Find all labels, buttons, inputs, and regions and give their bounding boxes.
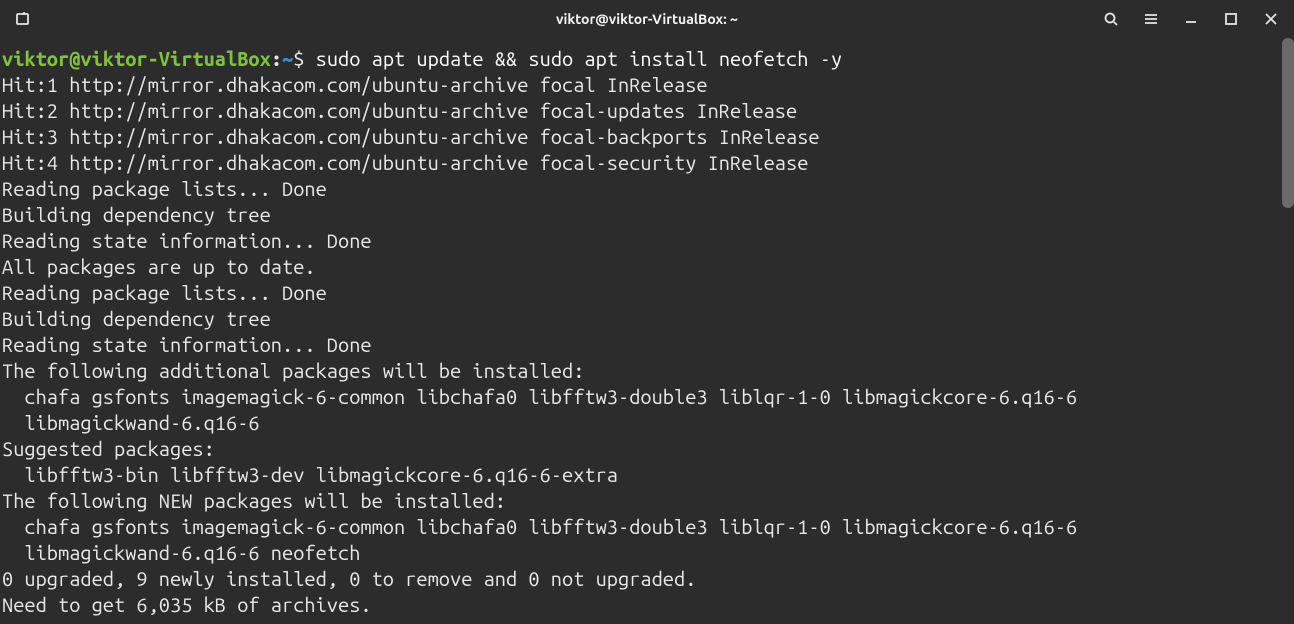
window-title: viktor@viktor-VirtualBox: ~	[556, 11, 738, 27]
prompt-line: viktor@viktor-VirtualBox:~$ sudo apt upd…	[2, 46, 1290, 72]
titlebar-left	[14, 10, 32, 28]
output-line: libmagickwand-6.q16-6	[2, 410, 1290, 436]
output-line: Reading package lists... Done	[2, 176, 1290, 202]
output-line: Hit:4 http://mirror.dhakacom.com/ubuntu-…	[2, 150, 1290, 176]
close-icon[interactable]	[1262, 10, 1280, 28]
prompt-dollar: $	[293, 47, 315, 70]
command-text: sudo apt update && sudo apt install neof…	[316, 47, 842, 70]
output-line: Building dependency tree	[2, 306, 1290, 332]
output-line: Suggested packages:	[2, 436, 1290, 462]
output-line: Reading state information... Done	[2, 332, 1290, 358]
output-line: Hit:1 http://mirror.dhakacom.com/ubuntu-…	[2, 72, 1290, 98]
output-line: Reading state information... Done	[2, 228, 1290, 254]
titlebar-right	[1102, 10, 1280, 28]
prompt-path: ~	[282, 47, 293, 70]
new-tab-icon[interactable]	[14, 10, 32, 28]
output-line: Hit:2 http://mirror.dhakacom.com/ubuntu-…	[2, 98, 1290, 124]
output-line: 0 upgraded, 9 newly installed, 0 to remo…	[2, 566, 1290, 592]
terminal-area: viktor@viktor-VirtualBox:~$ sudo apt upd…	[0, 38, 1294, 624]
output-line: chafa gsfonts imagemagick-6-common libch…	[2, 514, 1290, 540]
hamburger-menu-icon[interactable]	[1142, 10, 1160, 28]
terminal-window: viktor@viktor-VirtualBox: ~ viktor@vikto…	[0, 0, 1294, 624]
titlebar: viktor@viktor-VirtualBox: ~	[0, 0, 1294, 38]
output-line: Building dependency tree	[2, 202, 1290, 228]
scrollbar-thumb[interactable]	[1282, 38, 1294, 208]
output-line: Reading package lists... Done	[2, 280, 1290, 306]
output-line: libfftw3-bin libfftw3-dev libmagickcore-…	[2, 462, 1290, 488]
output-line: All packages are up to date.	[2, 254, 1290, 280]
prompt-colon: :	[271, 47, 282, 70]
prompt-user: viktor	[2, 47, 69, 70]
prompt-at: @	[69, 47, 80, 70]
output-line: chafa gsfonts imagemagick-6-common libch…	[2, 384, 1290, 410]
output-line: libmagickwand-6.q16-6 neofetch	[2, 540, 1290, 566]
output-line: The following NEW packages will be insta…	[2, 488, 1290, 514]
output-line: The following additional packages will b…	[2, 358, 1290, 384]
output-line: Hit:3 http://mirror.dhakacom.com/ubuntu-…	[2, 124, 1290, 150]
search-icon[interactable]	[1102, 10, 1120, 28]
maximize-icon[interactable]	[1222, 10, 1240, 28]
minimize-icon[interactable]	[1182, 10, 1200, 28]
output-line: Need to get 6,035 kB of archives.	[2, 592, 1290, 618]
prompt-host: viktor-VirtualBox	[80, 47, 270, 70]
terminal-output[interactable]: viktor@viktor-VirtualBox:~$ sudo apt upd…	[0, 38, 1294, 624]
